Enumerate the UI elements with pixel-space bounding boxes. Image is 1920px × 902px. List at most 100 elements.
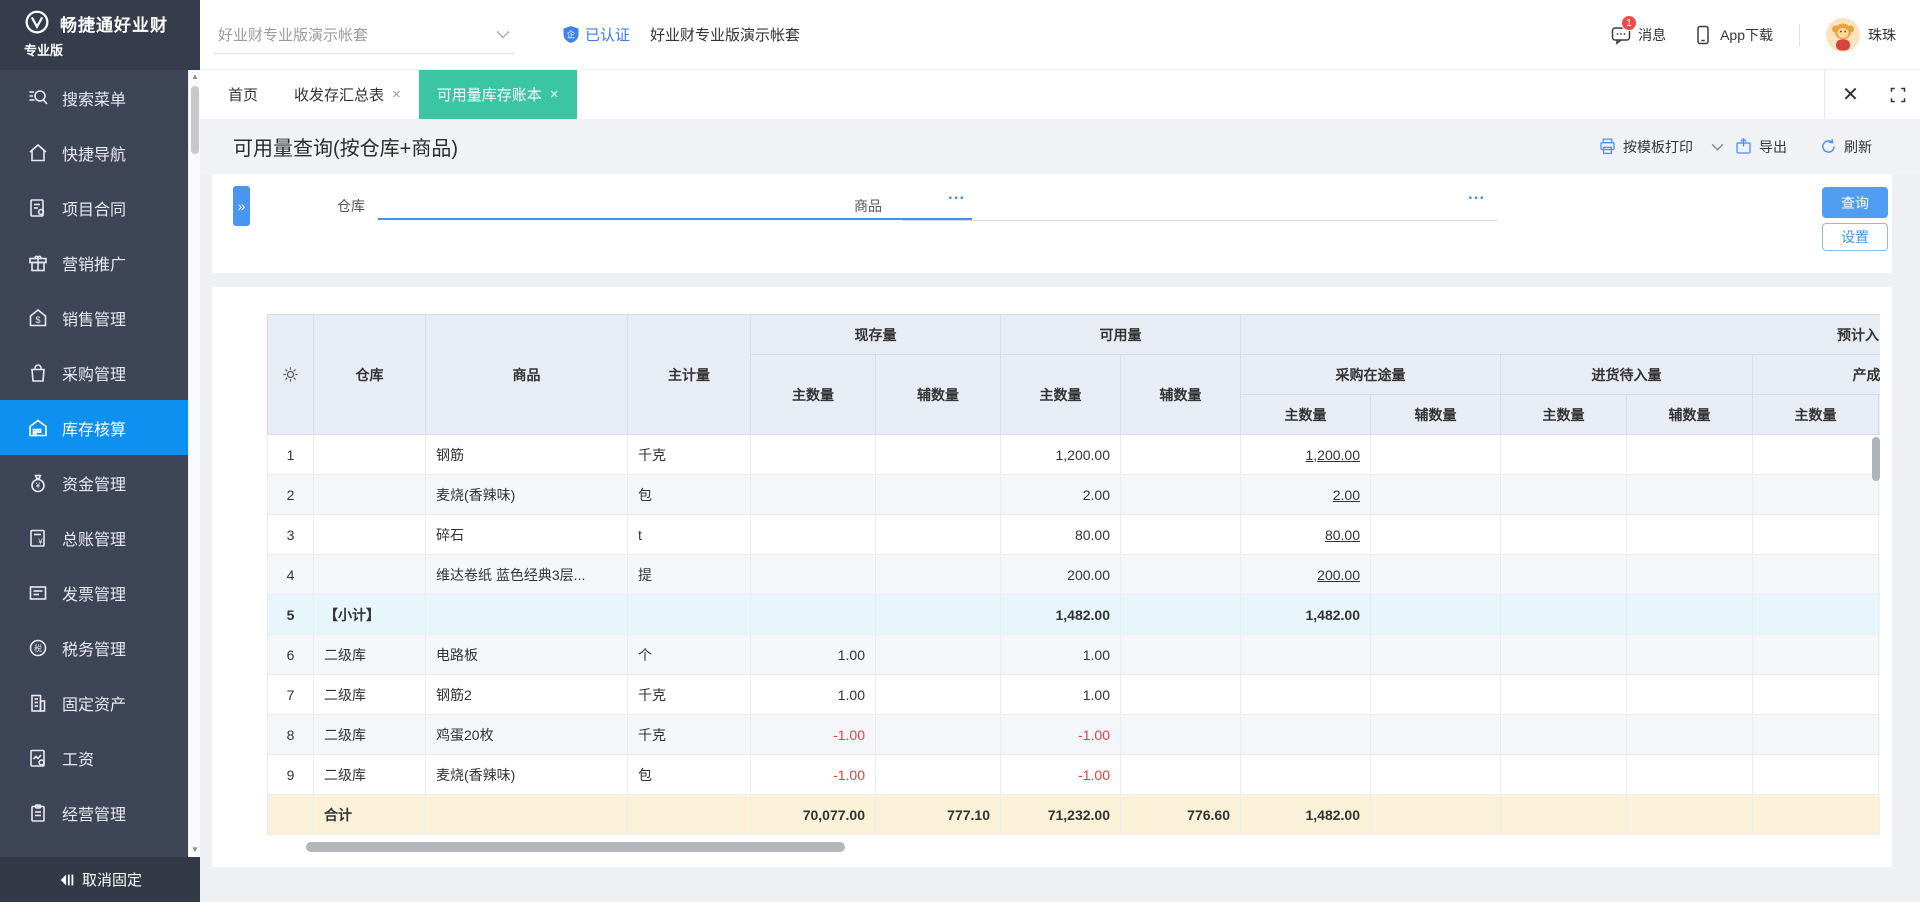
cell-finished_main — [1753, 675, 1879, 715]
tab-close-icon[interactable]: × — [550, 86, 559, 103]
cell-warehouse: 二级库 — [314, 675, 426, 715]
cell-transit_main — [1241, 635, 1371, 675]
sidebar-item-inventory[interactable]: 库存核算 — [0, 400, 200, 455]
availability-table: 仓库 商品 主计量 现存量 可用量 预计入 主数量 辅数量 主数量 — [267, 314, 1880, 835]
chevron-down-icon — [1711, 143, 1724, 151]
cell-current_main: -1.00 — [751, 715, 876, 755]
cell-unit: 个 — [628, 635, 751, 675]
tab-available-ledger[interactable]: 可用量库存账本 × — [419, 70, 577, 119]
print-dropdown-chevron[interactable] — [1711, 143, 1724, 151]
column-settings-button[interactable] — [268, 315, 314, 435]
account-select-value: 好业财专业版演示帐套 — [218, 24, 368, 45]
user-menu[interactable]: 珠珠 — [1826, 18, 1896, 52]
cell-finished_main — [1753, 635, 1879, 675]
verified-badge[interactable]: 企 已认证 — [562, 24, 630, 45]
fullscreen-button[interactable] — [1876, 70, 1920, 119]
sales-icon: $ — [27, 307, 49, 329]
cell-incoming_aux — [1627, 675, 1753, 715]
sidebar-item-quick-nav[interactable]: 快捷导航 — [0, 125, 200, 180]
table-row: 9二级库麦烧(香辣味)包-1.00-1.00 — [268, 755, 1881, 795]
sidebar-scrollbar[interactable]: ▲ ▼ — [188, 70, 200, 857]
refresh-icon — [1819, 137, 1838, 156]
cell-transit_main[interactable]: 2.00 — [1241, 475, 1371, 515]
cell-finished_main — [1753, 555, 1879, 595]
tab-home[interactable]: 首页 — [210, 70, 276, 119]
vertical-scroll-thumb[interactable] — [1872, 437, 1880, 481]
tab-close-icon[interactable]: × — [392, 86, 401, 103]
cell-available_main: 1,482.00 — [1001, 595, 1121, 635]
sidebar-item-xiaohao-expense[interactable]: 小好报销 — [0, 840, 200, 857]
app-download-button[interactable]: App下载 — [1692, 24, 1773, 46]
header-current-main: 主数量 — [751, 355, 876, 435]
cell-transit_main[interactable]: 1,200.00 — [1241, 435, 1371, 475]
topbar-divider — [1799, 24, 1800, 46]
query-button[interactable]: 查询 — [1822, 187, 1888, 218]
cell-warehouse: 二级库 — [314, 755, 426, 795]
product-filter-label: 商品 — [854, 196, 882, 216]
cell-transit_aux — [1371, 755, 1501, 795]
cell-warehouse: 合计 — [314, 795, 426, 835]
sidebar-item-purchase[interactable]: 采购管理 — [0, 345, 200, 400]
horizontal-scroll-thumb[interactable] — [306, 842, 845, 852]
sidebar-item-search-menu[interactable]: 搜索菜单 — [0, 70, 200, 125]
cell-current_main: 1.00 — [751, 635, 876, 675]
cell-transit_main[interactable]: 200.00 — [1241, 555, 1371, 595]
cell-warehouse — [314, 555, 426, 595]
cell-idx: 6 — [268, 635, 314, 675]
scroll-down-icon[interactable]: ▼ — [189, 843, 201, 857]
cell-unit: 千克 — [628, 675, 751, 715]
topbar: 好业财专业版演示帐套 企 已认证 好业财专业版演示帐套 消息 1 — [200, 0, 1920, 70]
header-incoming-main: 主数量 — [1501, 395, 1627, 435]
transit-qty-link[interactable]: 80.00 — [1325, 527, 1360, 543]
header-finished-main: 主数量 — [1753, 395, 1879, 435]
close-page-button[interactable]: ✕ — [1824, 70, 1876, 119]
sidebar-unpin-button[interactable]: 取消固定 — [0, 857, 200, 902]
product-filter-input[interactable] — [902, 174, 1497, 221]
scroll-up-icon[interactable]: ▲ — [189, 70, 201, 84]
cell-unit: 千克 — [628, 715, 751, 755]
sidebar-item-salary[interactable]: 工资 — [0, 730, 200, 785]
cell-available_aux — [1121, 475, 1241, 515]
invoice-icon — [27, 582, 49, 604]
cell-transit_main[interactable]: 80.00 — [1241, 515, 1371, 555]
cell-idx: 5 — [268, 595, 314, 635]
refresh-button[interactable]: 刷新 — [1819, 137, 1872, 157]
cell-available_aux — [1121, 515, 1241, 555]
cell-current_aux — [876, 755, 1001, 795]
export-button[interactable]: 导出 — [1734, 137, 1787, 157]
messages-button[interactable]: 消息 1 — [1610, 24, 1666, 46]
sidebar-item-invoice[interactable]: 发票管理 — [0, 565, 200, 620]
sidebar-item-funds[interactable]: ¥ 资金管理 — [0, 455, 200, 510]
sidebar-item-fixed-assets[interactable]: 固定资产 — [0, 675, 200, 730]
settings-button[interactable]: 设置 — [1822, 223, 1888, 251]
transit-qty-link[interactable]: 200.00 — [1317, 567, 1360, 583]
transit-qty-link[interactable]: 2.00 — [1333, 487, 1360, 503]
account-select[interactable]: 好业财专业版演示帐套 — [214, 16, 514, 54]
sidebar-item-project-contract[interactable]: 项目合同 — [0, 180, 200, 235]
print-by-template-button[interactable]: 按模板打印 — [1598, 137, 1693, 157]
cell-product — [426, 795, 628, 835]
sidebar-item-sales[interactable]: $ 销售管理 — [0, 290, 200, 345]
export-icon — [1734, 137, 1753, 156]
warehouse-filter-input[interactable] — [378, 174, 972, 220]
sidebar-item-operations[interactable]: 经营管理 — [0, 785, 200, 840]
sidebar-item-marketing[interactable]: 营销推广 — [0, 235, 200, 290]
expand-filter-button[interactable]: » — [233, 186, 250, 226]
horizontal-scrollbar[interactable] — [267, 842, 1880, 852]
cell-idx: 2 — [268, 475, 314, 515]
account-name: 好业财专业版演示帐套 — [650, 24, 800, 45]
product-more-dots-icon[interactable]: ... — [1468, 184, 1485, 204]
cell-warehouse: 【小计】 — [314, 595, 426, 635]
tab-inout-summary[interactable]: 收发存汇总表 × — [276, 70, 419, 119]
sidebar-scroll-thumb[interactable] — [191, 86, 199, 154]
verified-label: 已认证 — [585, 24, 630, 45]
transit-qty-link[interactable]: 1,200.00 — [1306, 447, 1361, 463]
sidebar-item-label: 发票管理 — [62, 581, 126, 605]
cell-available_main: -1.00 — [1001, 755, 1121, 795]
cell-unit: t — [628, 515, 751, 555]
vertical-scrollbar[interactable] — [1872, 314, 1880, 836]
sidebar: 畅捷通好业财 专业版 搜索菜单 快捷导航 项目合同 — [0, 0, 200, 902]
sidebar-item-general-ledger[interactable]: ¥ 总账管理 — [0, 510, 200, 565]
cell-available_aux — [1121, 635, 1241, 675]
sidebar-item-tax[interactable]: 税 税务管理 — [0, 620, 200, 675]
